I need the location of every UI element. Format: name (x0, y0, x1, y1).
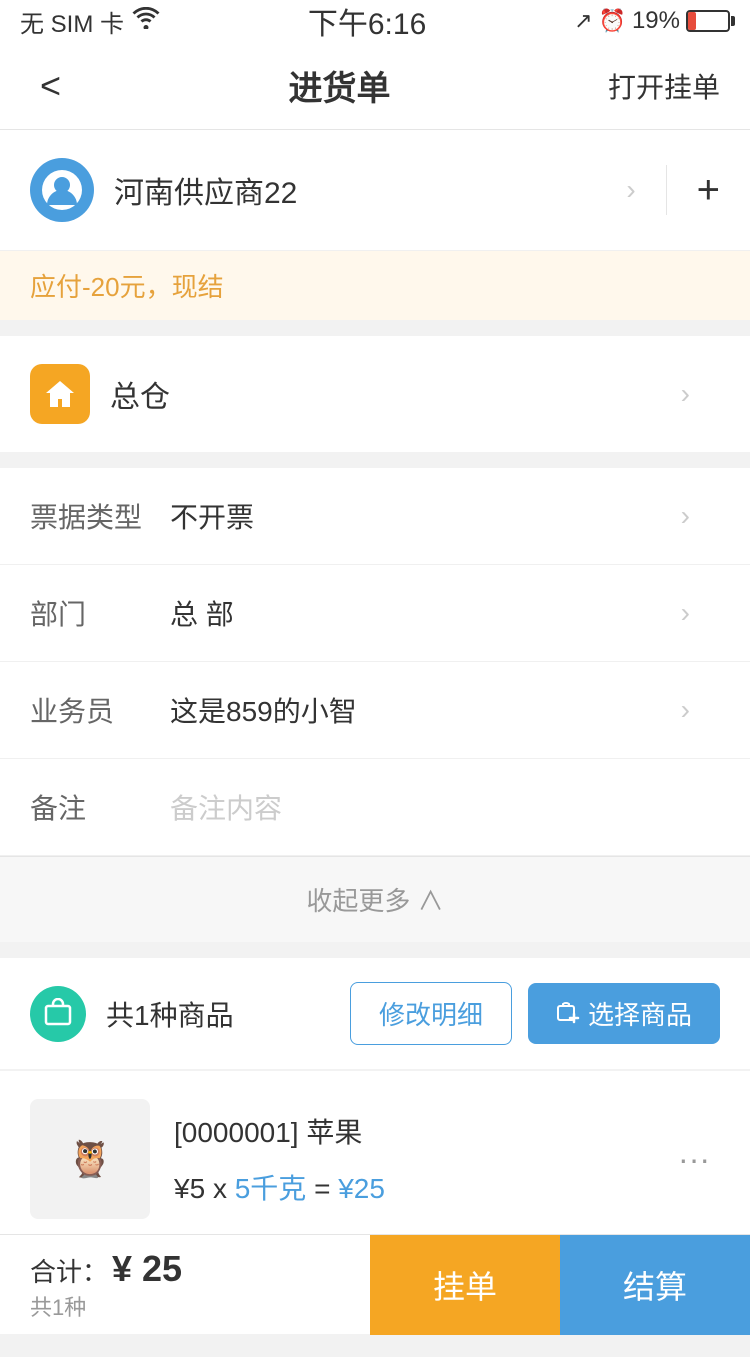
product-more-button[interactable]: ··· (668, 1131, 720, 1188)
remark-label: 备注 (30, 787, 150, 827)
unit-price: ¥5 (174, 1173, 205, 1204)
divider (666, 165, 667, 215)
select-product-label: 选择商品 (588, 995, 692, 1032)
multiply-sign: x (213, 1173, 235, 1204)
products-header: 共1种商品 修改明细 选择商品 (0, 958, 750, 1069)
add-button[interactable]: + (697, 168, 720, 213)
checkout-button[interactable]: 结算 (560, 1235, 750, 1335)
product-name: [0000001] 苹果 (174, 1111, 668, 1151)
subtotal: ¥25 (338, 1173, 385, 1204)
product-price: ¥5 x 5千克 = ¥25 (174, 1167, 668, 1207)
status-bar: 无 SIM 卡 下午6:16 ↗ ⏰ 19% (0, 0, 750, 42)
total-label: 合计： (30, 1252, 108, 1289)
products-icon (30, 986, 86, 1042)
invoice-chevron-icon: › (681, 500, 690, 532)
product-title: 苹果 (306, 1117, 362, 1148)
salesman-chevron-icon: › (681, 694, 690, 726)
status-carrier: 无 SIM 卡 (20, 4, 160, 39)
edit-detail-button[interactable]: 修改明细 (350, 982, 512, 1045)
department-value: 总 部 (150, 593, 681, 633)
collapse-row[interactable]: 收起更多 ∧ (0, 856, 750, 942)
warehouse-row[interactable]: 总仓 › (0, 336, 750, 452)
product-item: 🦉 [0000001] 苹果 ¥5 x 5千克 = ¥25 ··· (0, 1071, 750, 1247)
status-time: 下午6:16 (308, 0, 426, 43)
supplier-section: 河南供应商22 › + 应付-20元，现结 (0, 130, 750, 320)
salesman-value: 这是859的小智 (150, 690, 681, 730)
home-icon (43, 377, 77, 411)
status-right: ↗ ⏰ 19% (574, 7, 730, 35)
product-thumbnail: 🦉 (30, 1099, 150, 1219)
supplier-avatar (30, 158, 94, 222)
department-row[interactable]: 部门 总 部 › (0, 565, 750, 662)
collapse-label: 收起更多 ∧ (306, 886, 443, 916)
select-product-button[interactable]: 选择商品 (528, 983, 720, 1044)
department-chevron-icon: › (681, 597, 690, 629)
supplier-chevron-icon: › (626, 174, 635, 206)
bottom-bar: 合计： ¥ 25 共1种 挂单 结算 (0, 1234, 750, 1334)
quantity: 5千克 (235, 1173, 307, 1204)
payment-notice: 应付-20元，现结 (0, 251, 750, 320)
select-product-icon (556, 1002, 580, 1026)
nav-bar: < 进货单 打开挂单 (0, 42, 750, 130)
owl-icon: 🦉 (68, 1138, 113, 1180)
invoice-label: 票据类型 (30, 496, 150, 536)
hang-order-button[interactable]: 挂单 (370, 1235, 560, 1335)
supplier-row[interactable]: 河南供应商22 › + (0, 130, 750, 251)
total-count: 共1种 (30, 1290, 340, 1322)
warehouse-chevron-icon: › (681, 378, 690, 410)
back-button[interactable]: < (30, 55, 71, 117)
remark-input[interactable]: 备注内容 (150, 787, 720, 827)
salesman-row[interactable]: 业务员 这是859的小智 › (0, 662, 750, 759)
warehouse-name: 总仓 (110, 372, 681, 416)
alarm-icon: ⏰ (599, 8, 626, 34)
invoice-value: 不开票 (150, 496, 681, 536)
battery-percent: 19% (632, 7, 680, 35)
battery-icon (686, 10, 730, 32)
total-section: 合计： ¥ 25 共1种 (0, 1248, 370, 1322)
remark-row[interactable]: 备注 备注内容 (0, 759, 750, 856)
open-pending-button[interactable]: 打开挂单 (608, 66, 720, 106)
wifi-icon (132, 7, 160, 36)
cart-icon (42, 998, 74, 1030)
equals-sign: = (314, 1173, 338, 1204)
location-icon: ↗ (574, 8, 592, 34)
salesman-label: 业务员 (30, 690, 150, 730)
warehouse-icon (30, 364, 90, 424)
product-code: [0000001] (174, 1117, 299, 1148)
products-count: 共1种商品 (106, 994, 350, 1034)
person-icon (45, 173, 79, 207)
total-amount: 合计： ¥ 25 (30, 1248, 340, 1290)
invoice-row[interactable]: 票据类型 不开票 › (0, 468, 750, 565)
department-label: 部门 (30, 593, 150, 633)
supplier-name: 河南供应商22 (114, 168, 626, 212)
page-title: 进货单 (289, 61, 391, 110)
product-info: [0000001] 苹果 ¥5 x 5千克 = ¥25 (174, 1111, 668, 1207)
warehouse-section: 总仓 › (0, 336, 750, 452)
form-section: 票据类型 不开票 › 部门 总 部 › 业务员 这是859的小智 › 备注 备注… (0, 468, 750, 942)
carrier-text: 无 SIM 卡 (20, 4, 124, 39)
total-value: ¥ 25 (112, 1248, 182, 1290)
